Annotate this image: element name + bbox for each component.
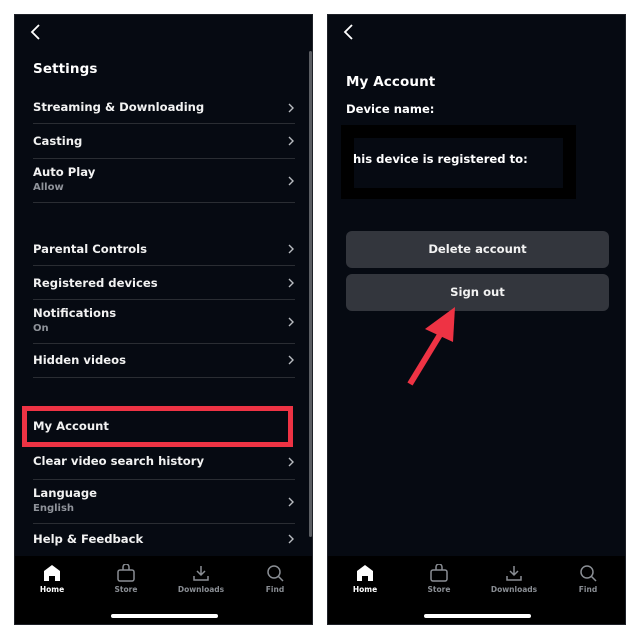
settings-item-label: Clear video search history (33, 454, 204, 468)
tab-downloads[interactable]: Downloads (484, 564, 544, 594)
search-icon (580, 565, 597, 582)
chevron-left-icon (30, 24, 40, 40)
tab-label: Home (352, 585, 378, 594)
chevron-right-icon (288, 278, 294, 288)
tab-store[interactable]: Store (409, 564, 469, 594)
chevron-right-icon (288, 457, 294, 467)
settings-item-language[interactable]: Language English (33, 480, 295, 524)
tab-home[interactable]: Home (335, 564, 395, 594)
settings-item-label: Streaming & Downloading (33, 100, 205, 114)
settings-item-label: Registered devices (33, 276, 158, 290)
settings-item-registered-devices[interactable]: Registered devices (33, 266, 295, 300)
settings-item-auto-play[interactable]: Auto Play Allow (33, 159, 295, 203)
arrow-shaft (407, 331, 444, 386)
download-icon (506, 566, 522, 581)
tab-downloads[interactable]: Downloads (171, 564, 231, 594)
page-title: Settings (33, 61, 98, 77)
chevron-right-icon (288, 497, 294, 507)
my-account-screen: My Account Device name: his device is re… (327, 14, 626, 625)
search-icon (267, 565, 284, 582)
chevron-left-icon (343, 24, 353, 40)
back-button[interactable] (342, 23, 360, 43)
settings-item-label: Parental Controls (33, 242, 148, 256)
tab-home[interactable]: Home (22, 564, 82, 594)
highlight-box (22, 406, 293, 447)
tab-label: Downloads (490, 585, 538, 594)
tab-label: Find (578, 585, 598, 594)
settings-screen: Settings Streaming & Downloading Casting… (14, 14, 313, 625)
settings-item-notifications[interactable]: Notifications On (33, 300, 295, 344)
shopping-bag-icon (117, 564, 135, 582)
tab-label: Store (427, 585, 451, 594)
settings-item-label: Hidden videos (33, 353, 126, 367)
device-name-label: Device name: (346, 102, 435, 116)
home-icon (357, 565, 373, 581)
tab-store[interactable]: Store (96, 564, 156, 594)
tab-find[interactable]: Find (558, 564, 618, 594)
download-icon (193, 566, 209, 581)
chevron-right-icon (288, 317, 294, 327)
tab-find[interactable]: Find (245, 564, 305, 594)
registered-to-label: his device is registered to: (353, 152, 528, 166)
settings-item-value: English (33, 503, 75, 514)
settings-item-parental-controls[interactable]: Parental Controls (33, 233, 295, 266)
back-button[interactable] (29, 23, 47, 43)
arrow-head (425, 307, 455, 342)
scrollbar[interactable] (309, 51, 312, 537)
settings-item-casting[interactable]: Casting (33, 124, 295, 159)
sign-out-button[interactable]: Sign out (346, 274, 609, 311)
tab-label: Downloads (177, 585, 225, 594)
redacted-area: his device is registered to: (341, 125, 576, 199)
home-indicator (111, 614, 218, 618)
tab-label: Store (114, 585, 138, 594)
settings-item-label: Notifications (33, 306, 117, 320)
chevron-right-icon (288, 136, 294, 146)
delete-account-button[interactable]: Delete account (346, 231, 609, 268)
home-indicator (424, 614, 531, 618)
shopping-bag-icon (430, 564, 448, 582)
settings-item-label: Casting (33, 134, 83, 148)
settings-item-streaming[interactable]: Streaming & Downloading (33, 93, 295, 124)
tab-label: Find (265, 585, 285, 594)
settings-item-value: On (33, 323, 49, 334)
page-title: My Account (346, 74, 436, 90)
settings-item-value: Allow (33, 182, 64, 193)
chevron-right-icon (288, 103, 294, 113)
settings-item-clear-search-history[interactable]: Clear video search history (33, 447, 295, 480)
chevron-right-icon (288, 355, 294, 365)
tab-label: Home (39, 585, 65, 594)
chevron-right-icon (288, 244, 294, 254)
tab-bar: Home Store Downloads Find (328, 556, 625, 624)
settings-item-help-feedback[interactable]: Help & Feedback (33, 524, 295, 557)
chevron-right-icon (288, 534, 294, 544)
settings-item-hidden-videos[interactable]: Hidden videos (33, 344, 295, 378)
settings-item-label: Language (33, 486, 98, 500)
settings-item-label: Help & Feedback (33, 532, 144, 546)
chevron-right-icon (288, 176, 294, 186)
tab-bar: Home Store Downloads Find (15, 556, 312, 624)
settings-item-label: Auto Play (33, 165, 96, 179)
home-icon (44, 565, 60, 581)
